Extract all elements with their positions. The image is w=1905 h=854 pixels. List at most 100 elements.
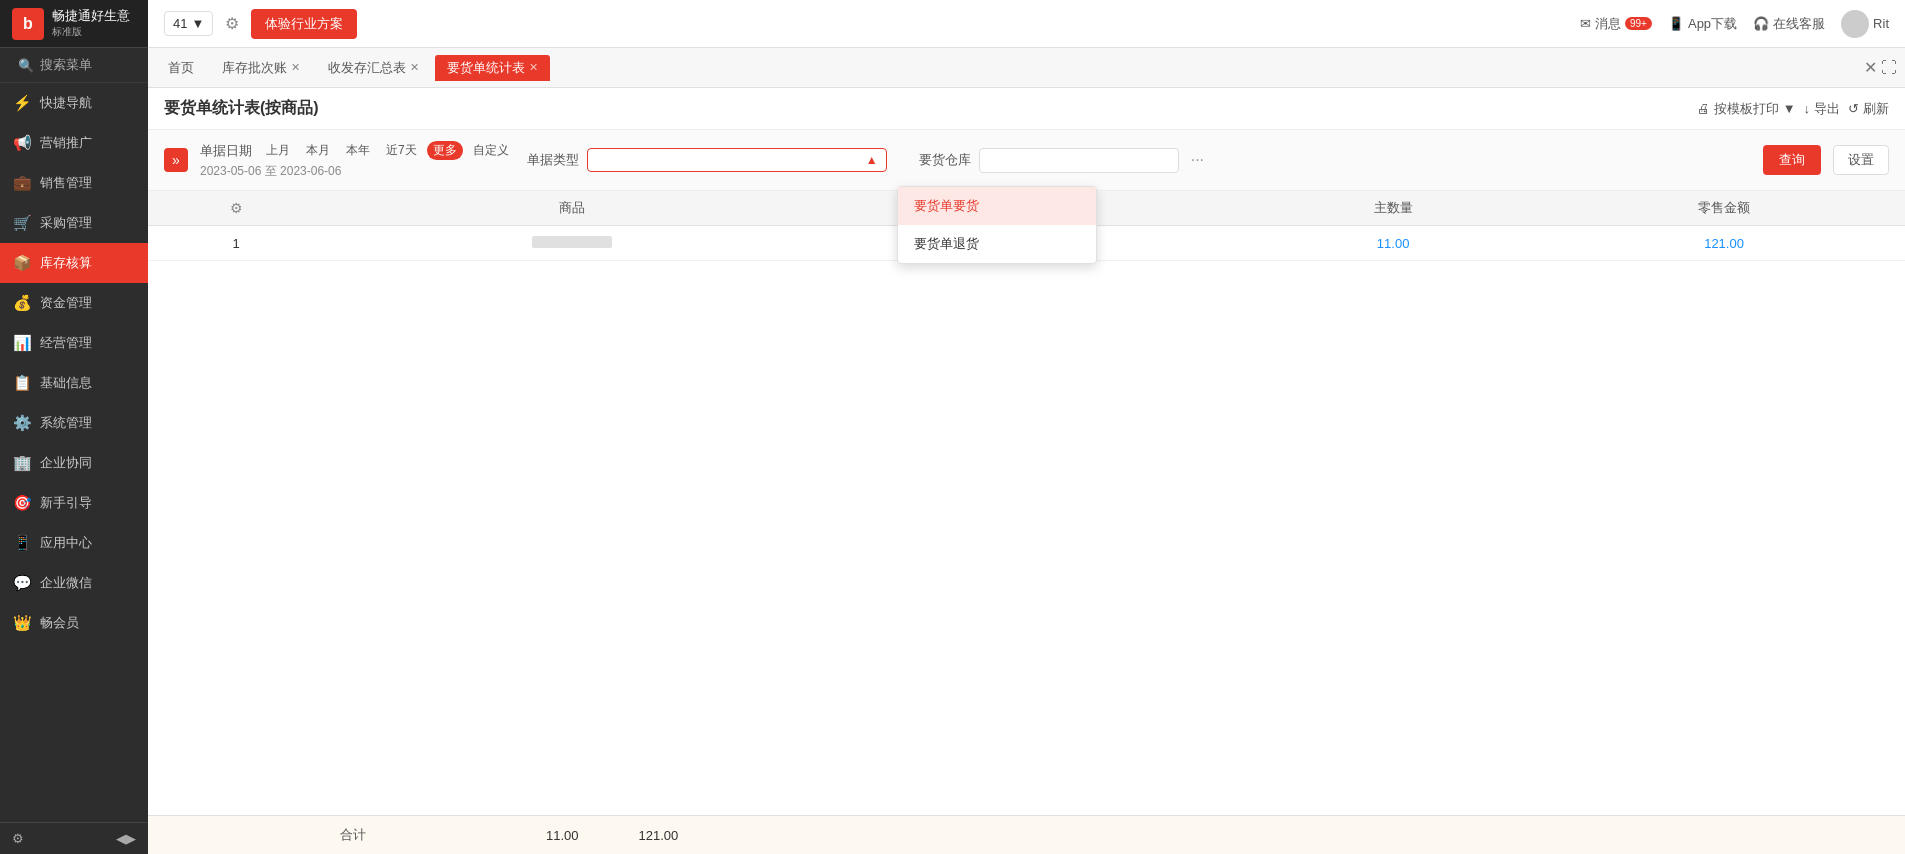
online-service-label: 在线客服	[1773, 15, 1825, 33]
phone-icon: 📱	[1668, 16, 1684, 31]
chevron-down-icon: ▼	[191, 16, 204, 31]
tab-home[interactable]: 首页	[156, 55, 206, 81]
sidebar-header: b 畅捷通好生意 标准版	[0, 0, 148, 48]
sidebar-item-label: 采购管理	[40, 214, 92, 232]
dropdown-item-0[interactable]: 要货单要货	[898, 187, 1096, 225]
app-title-group: 畅捷通好生意 标准版	[52, 8, 130, 39]
product-placeholder	[532, 236, 612, 248]
filter-type-select[interactable]: ▲	[587, 148, 887, 172]
date-label: 单据日期	[200, 142, 252, 160]
filter-more-icon[interactable]: ···	[1191, 151, 1204, 169]
tab-order-stats[interactable]: 要货单统计表 ✕	[435, 55, 550, 81]
tab-home-label: 首页	[168, 59, 194, 77]
sidebar-item-inventory[interactable]: 📦 库存核算	[0, 243, 148, 283]
sidebar-item-marketing[interactable]: 📢 营销推广	[0, 123, 148, 163]
search-icon: 🔍	[18, 58, 34, 73]
cell-amount[interactable]: 121.00	[1543, 226, 1905, 261]
sidebar-item-base-info[interactable]: 📋 基础信息	[0, 363, 148, 403]
sidebar-search[interactable]: 🔍 搜索菜单	[0, 48, 148, 83]
sidebar-footer: ⚙ ◀▶	[0, 822, 148, 854]
messages-icon: ✉	[1580, 16, 1591, 31]
qty-link[interactable]: 11.00	[1377, 236, 1410, 251]
date-btn-this-month[interactable]: 本月	[300, 140, 336, 161]
sidebar-item-operations[interactable]: 📊 经营管理	[0, 323, 148, 363]
sidebar-item-wechat[interactable]: 💬 企业微信	[0, 563, 148, 603]
col-product: 商品	[324, 191, 819, 226]
tab-recv-summary-close[interactable]: ✕	[410, 61, 419, 74]
export-btn[interactable]: ↓ 导出	[1804, 100, 1841, 118]
tab-inventory-batch[interactable]: 库存批次账 ✕	[210, 55, 312, 81]
filter-type-group: 单据类型 ▲ 要货单要货 要货单退货	[527, 148, 887, 172]
dropdown-item-1[interactable]: 要货单退货	[898, 225, 1096, 263]
marketing-icon: 📢	[12, 133, 32, 153]
date-btn-custom[interactable]: 自定义	[467, 140, 515, 161]
sidebar-item-label: 应用中心	[40, 534, 92, 552]
tab-order-stats-close[interactable]: ✕	[529, 61, 538, 74]
print-icon: 🖨	[1697, 101, 1710, 116]
date-btn-more[interactable]: 更多	[427, 141, 463, 160]
footer-label: 合计	[340, 826, 366, 844]
filter-expand-btn[interactable]: »	[164, 148, 188, 172]
user-avatar[interactable]: Rit	[1841, 10, 1889, 38]
export-icon: ↓	[1804, 101, 1811, 116]
sidebar-item-quick-nav[interactable]: ⚡ 快捷导航	[0, 83, 148, 123]
tab-end-buttons: ✕ ⛶	[1864, 58, 1897, 77]
user-name: Rit	[1873, 16, 1889, 31]
settings-icon[interactable]: ⚙	[12, 831, 24, 846]
app-logo: b	[12, 8, 44, 40]
sidebar-item-system[interactable]: ⚙️ 系统管理	[0, 403, 148, 443]
sidebar-item-label: 库存核算	[40, 254, 92, 272]
store-selector[interactable]: 41 ▼	[164, 11, 213, 36]
chevron-up-icon: ▲	[866, 153, 878, 167]
tab-expand-icon[interactable]: ⛶	[1881, 59, 1897, 77]
sidebar-item-label: 企业协同	[40, 454, 92, 472]
amount-link[interactable]: 121.00	[1704, 236, 1744, 251]
export-label: 导出	[1814, 100, 1840, 118]
app-download-btn[interactable]: 📱 App下载	[1668, 15, 1737, 33]
operations-icon: 📊	[12, 333, 32, 353]
settings-gear-icon[interactable]: ⚙	[225, 14, 239, 33]
tab-recv-summary[interactable]: 收发存汇总表 ✕	[316, 55, 431, 81]
table-container: ⚙ 商品 主计量单位 主数量 零售金额 1 块	[148, 191, 1905, 815]
cell-qty[interactable]: 11.00	[1243, 226, 1543, 261]
print-btn[interactable]: 🖨 按模板打印 ▼	[1697, 100, 1796, 118]
refresh-icon: ↺	[1848, 101, 1859, 116]
date-btn-7days[interactable]: 近7天	[380, 140, 423, 161]
industry-btn[interactable]: 体验行业方案	[251, 9, 357, 39]
sidebar-item-app-center[interactable]: 📱 应用中心	[0, 523, 148, 563]
filter-warehouse-group: 要货仓库 ···	[919, 148, 1204, 173]
settings-btn[interactable]: 设置	[1833, 145, 1889, 175]
collapse-icon[interactable]: ◀▶	[116, 831, 136, 846]
tab-close-all-icon[interactable]: ✕	[1864, 58, 1877, 77]
date-btn-this-year[interactable]: 本年	[340, 140, 376, 161]
sidebar-item-enterprise[interactable]: 🏢 企业协同	[0, 443, 148, 483]
sidebar-item-label: 企业微信	[40, 574, 92, 592]
app-title: 畅捷通好生意	[52, 8, 130, 25]
query-btn[interactable]: 查询	[1763, 145, 1821, 175]
sidebar-item-purchase[interactable]: 🛒 采购管理	[0, 203, 148, 243]
messages-btn[interactable]: ✉ 消息 99+	[1580, 15, 1652, 33]
footer-qty: 11.00	[546, 828, 579, 843]
type-dropdown: 要货单要货 要货单退货	[897, 186, 1097, 264]
tab-bar: 首页 库存批次账 ✕ 收发存汇总表 ✕ 要货单统计表 ✕ ✕ ⛶	[148, 48, 1905, 88]
refresh-btn[interactable]: ↺ 刷新	[1848, 100, 1889, 118]
sidebar-item-sales[interactable]: 💼 销售管理	[0, 163, 148, 203]
sidebar-item-member[interactable]: 👑 畅会员	[0, 603, 148, 643]
main-area: 41 ▼ ⚙ 体验行业方案 ✉ 消息 99+ 📱 App下载 🎧 在线客服 R	[148, 0, 1905, 854]
headset-icon: 🎧	[1753, 16, 1769, 31]
online-service-btn[interactable]: 🎧 在线客服	[1753, 15, 1825, 33]
sidebar-item-finance[interactable]: 💰 资金管理	[0, 283, 148, 323]
purchase-icon: 🛒	[12, 213, 32, 233]
tab-inventory-batch-label: 库存批次账	[222, 59, 287, 77]
warehouse-input[interactable]	[979, 148, 1179, 173]
table-settings-icon[interactable]: ⚙	[230, 200, 243, 216]
tab-order-stats-label: 要货单统计表	[447, 59, 525, 77]
date-btn-last-month[interactable]: 上月	[260, 140, 296, 161]
sidebar-item-label: 资金管理	[40, 294, 92, 312]
print-dropdown-icon: ▼	[1783, 101, 1796, 116]
sidebar-item-guide[interactable]: 🎯 新手引导	[0, 483, 148, 523]
tab-inventory-batch-close[interactable]: ✕	[291, 61, 300, 74]
page-header: 要货单统计表(按商品) 🖨 按模板打印 ▼ ↓ 导出 ↺ 刷新	[148, 88, 1905, 130]
messages-badge: 99+	[1625, 17, 1652, 30]
enterprise-icon: 🏢	[12, 453, 32, 473]
